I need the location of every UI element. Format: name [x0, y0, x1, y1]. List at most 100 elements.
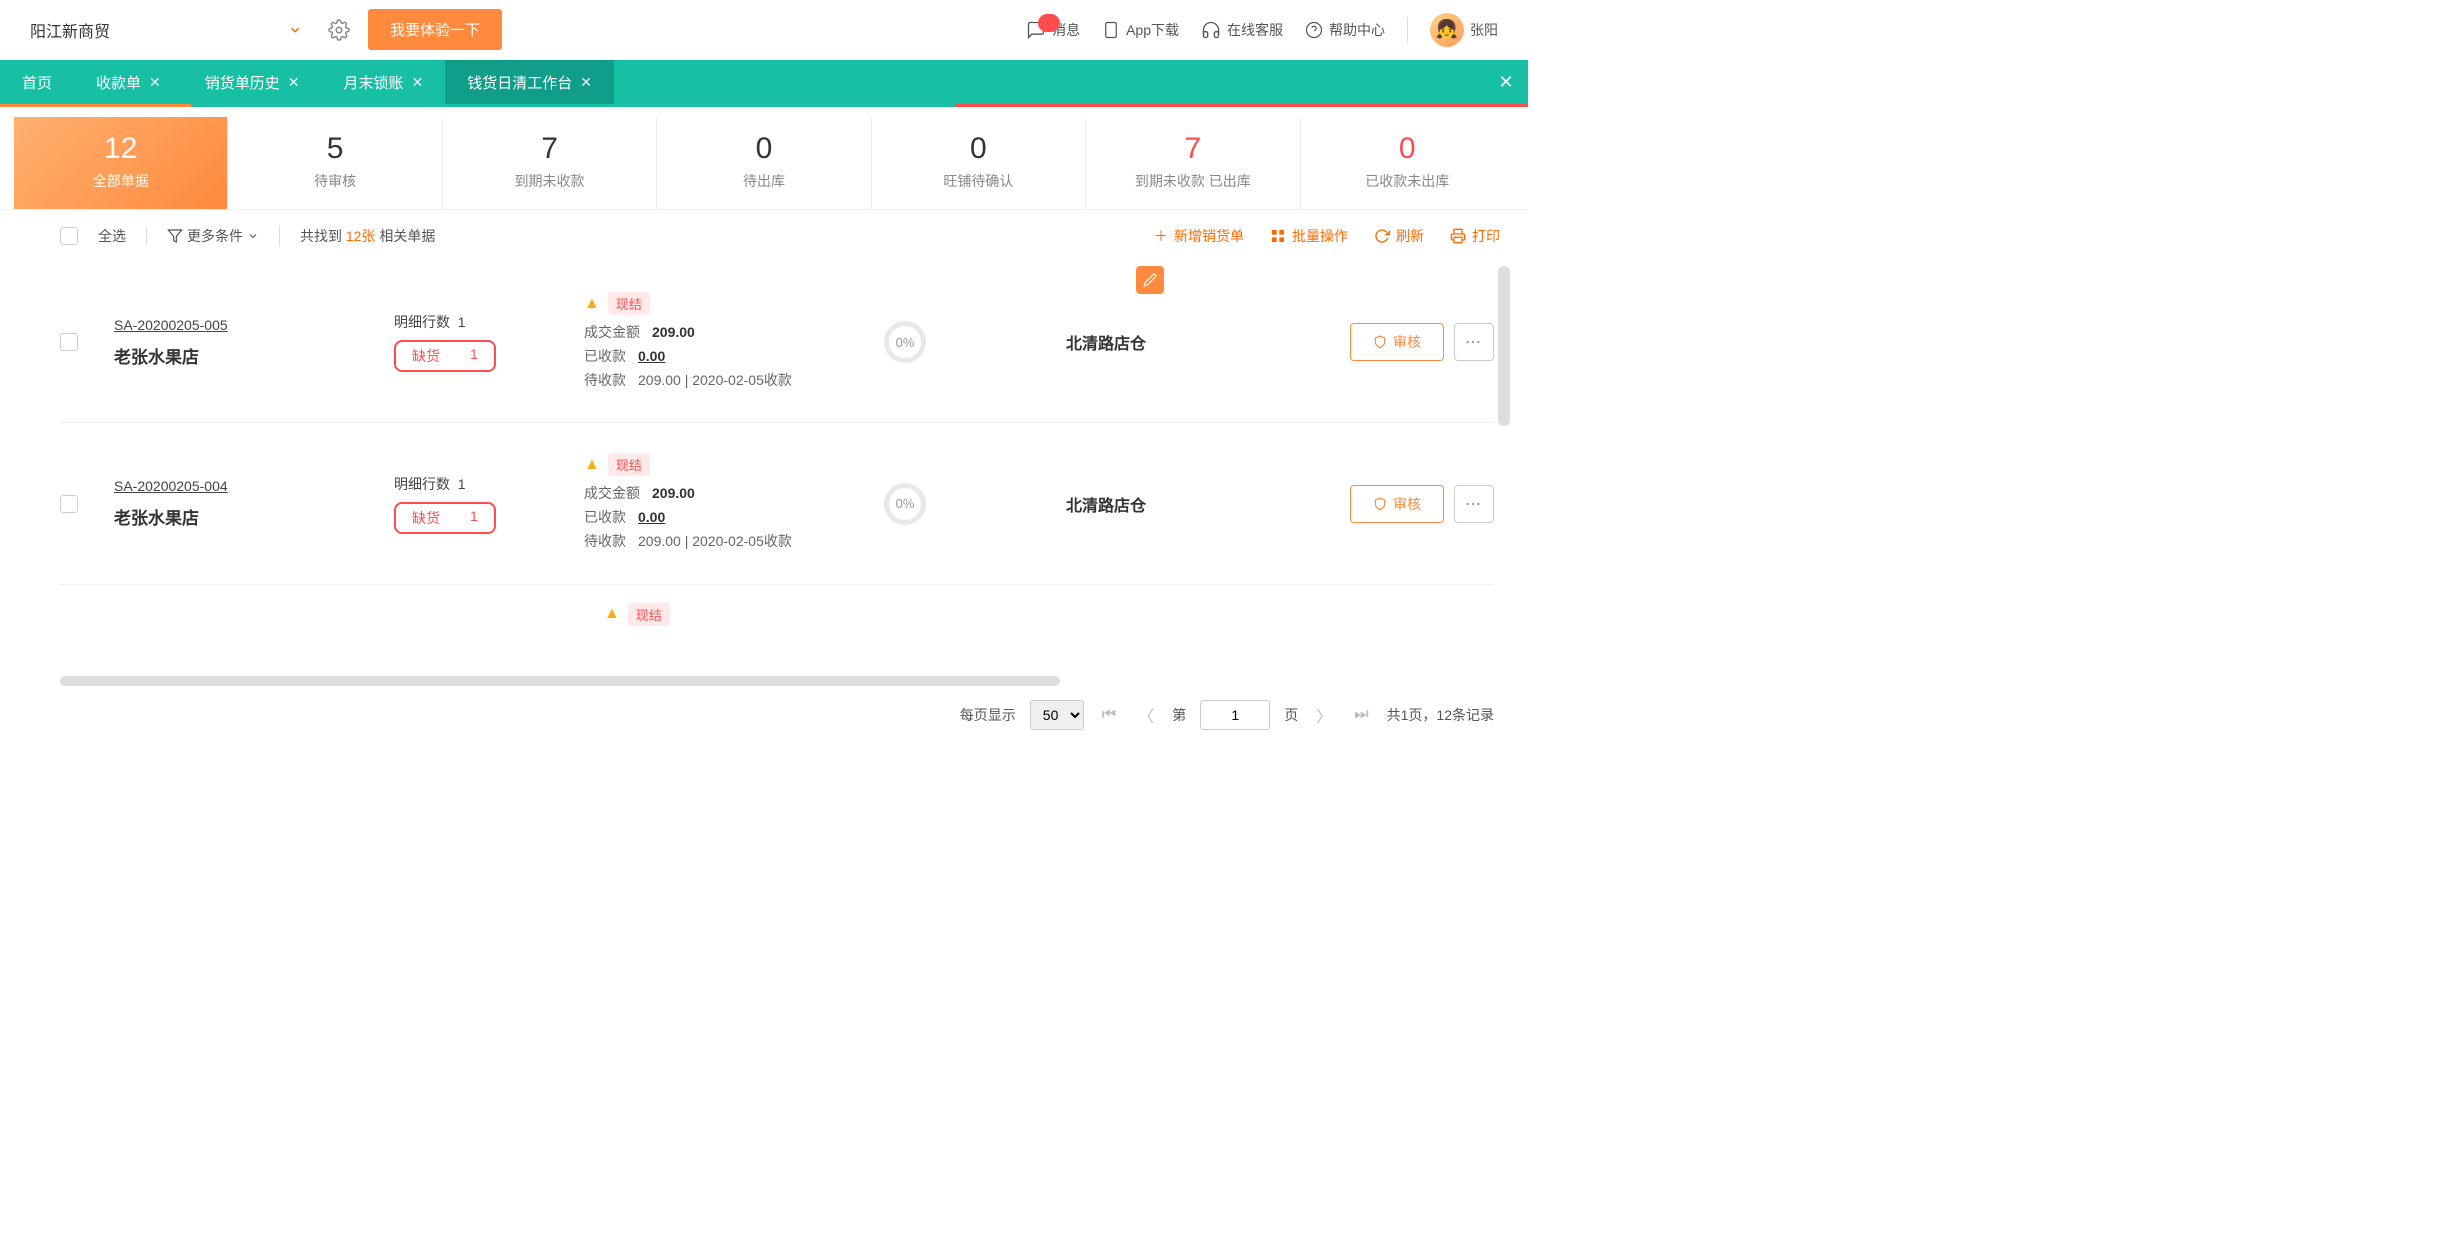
- add-sales-button[interactable]: ＋ 新增销货单: [1154, 226, 1244, 246]
- table-row: SA-20200205-004老张水果店明细行数 1缺货1▲现结成交金额209.…: [60, 423, 1494, 584]
- amt-label: 成交金额: [584, 482, 640, 506]
- progress-ring: 0%: [884, 321, 926, 363]
- tab-销货单历史[interactable]: 销货单历史 ✕: [183, 60, 322, 104]
- tab-收款单[interactable]: 收款单 ✕: [74, 60, 183, 104]
- audit-label: 审核: [1393, 332, 1421, 352]
- status-strip: [0, 104, 1528, 107]
- help-icon: [1305, 21, 1323, 39]
- table-row: SA-20200205-005老张水果店明细行数 1缺货1▲现结成交金额209.…: [60, 262, 1494, 423]
- user-menu[interactable]: 👧 张阳: [1430, 13, 1498, 47]
- tab-label: 收款单: [96, 72, 141, 93]
- tab-label: 首页: [22, 72, 52, 93]
- due-label: 待收款: [584, 530, 626, 554]
- customer-name: 老张水果店: [114, 343, 394, 368]
- app-download-link[interactable]: App下载: [1102, 20, 1179, 40]
- row-checkbox[interactable]: [60, 333, 78, 351]
- found-text: 共找到 12张 相关单据: [300, 226, 435, 246]
- horizontal-scrollbar[interactable]: [60, 676, 1060, 686]
- messages-link[interactable]: 消息: [1026, 20, 1080, 40]
- stat-card[interactable]: 12 全部单据: [14, 117, 228, 209]
- row-checkbox[interactable]: [60, 495, 78, 513]
- gear-icon[interactable]: [328, 19, 350, 41]
- chevron-down-icon: [247, 230, 259, 242]
- stat-number: 5: [228, 131, 441, 167]
- company-select[interactable]: 阳江新商贸: [30, 18, 310, 42]
- col-amount: ▲现结: [604, 603, 904, 632]
- select-all-checkbox[interactable]: [60, 227, 78, 245]
- online-service-label: 在线客服: [1227, 20, 1283, 40]
- close-icon[interactable]: ✕: [412, 74, 424, 91]
- stat-number: 12: [14, 131, 227, 167]
- col-amount: ▲现结成交金额209.00已收款0.00待收款209.00 | 2020-02-…: [584, 453, 884, 553]
- stat-card[interactable]: 0待出库: [657, 117, 871, 209]
- refresh-label: 刷新: [1396, 226, 1424, 246]
- batch-ops-button[interactable]: 批量操作: [1270, 226, 1348, 246]
- refresh-button[interactable]: 刷新: [1374, 226, 1424, 246]
- more-button[interactable]: ⋯: [1454, 323, 1494, 361]
- shortage-label: 缺货: [412, 508, 440, 528]
- due-value: 209.00 | 2020-02-05收款: [638, 530, 792, 554]
- stat-label: 已收款未出库: [1301, 171, 1514, 191]
- print-label: 打印: [1472, 226, 1500, 246]
- print-button[interactable]: 打印: [1450, 226, 1500, 246]
- doc-number[interactable]: SA-20200205-005: [114, 317, 394, 333]
- paid-value[interactable]: 0.00: [638, 506, 665, 530]
- pager: 每页显示 50 ⏮ 〈 第 页 〉 ⏭ 共1页，12条记录: [0, 686, 1528, 744]
- customer-name: 老张水果店: [114, 504, 394, 529]
- col-lines: 明细行数 1缺货1: [394, 474, 584, 534]
- avatar: 👧: [1430, 13, 1464, 47]
- due-label: 待收款: [584, 369, 626, 393]
- next-page-button[interactable]: 〉: [1312, 703, 1336, 727]
- online-service-link[interactable]: 在线客服: [1201, 20, 1283, 40]
- close-all-tabs[interactable]: ✕: [1484, 60, 1528, 104]
- prev-page-button[interactable]: 〈: [1134, 703, 1158, 727]
- shield-icon: [1373, 497, 1387, 511]
- paid-value[interactable]: 0.00: [638, 345, 665, 369]
- stat-card[interactable]: 7到期未收款 已出库: [1086, 117, 1300, 209]
- warning-icon: ▲: [584, 295, 600, 313]
- col-actions: 审核 ⋯: [1350, 323, 1494, 361]
- separator: [146, 226, 147, 246]
- stat-card[interactable]: 0旺铺待确认: [872, 117, 1086, 209]
- found-count: 12张: [346, 228, 376, 244]
- stat-card[interactable]: 5 待审核: [228, 117, 442, 209]
- audit-button[interactable]: 审核: [1350, 485, 1444, 523]
- per-page-label: 每页显示: [960, 705, 1016, 725]
- edit-icon[interactable]: [1136, 266, 1164, 294]
- tab-钱货日清工作台[interactable]: 钱货日清工作台✕: [445, 60, 614, 104]
- close-icon[interactable]: ✕: [288, 74, 300, 91]
- help-center-link[interactable]: 帮助中心: [1305, 20, 1385, 40]
- try-button[interactable]: 我要体验一下: [368, 9, 502, 50]
- first-page-button[interactable]: ⏮: [1098, 706, 1120, 724]
- warning-icon: ▲: [604, 605, 620, 623]
- per-page-select[interactable]: 50: [1030, 700, 1084, 730]
- stat-label: 待审核: [228, 171, 441, 191]
- stat-card[interactable]: 0已收款未出库: [1301, 117, 1514, 209]
- close-icon[interactable]: ✕: [149, 74, 161, 91]
- stat-label: 待出库: [657, 171, 870, 191]
- plus-icon: ＋: [1154, 226, 1168, 246]
- tab-月末锁账[interactable]: 月末锁账✕: [322, 60, 446, 104]
- more-filters-button[interactable]: 更多条件: [167, 226, 259, 246]
- audit-button[interactable]: 审核: [1350, 323, 1444, 361]
- user-name: 张阳: [1470, 20, 1498, 40]
- more-button[interactable]: ⋯: [1454, 485, 1494, 523]
- col-amount: ▲现结成交金额209.00已收款0.00待收款209.00 | 2020-02-…: [584, 292, 884, 392]
- tabs-bar: 首页收款单✕销货单历史✕月末锁账✕钱货日清工作台✕✕: [0, 60, 1528, 104]
- stat-label: 旺铺待确认: [872, 171, 1085, 191]
- tab-首页[interactable]: 首页: [0, 60, 74, 104]
- found-prefix: 共找到: [300, 228, 342, 244]
- tab-label: 销货单历史: [205, 72, 280, 93]
- stat-label: 全部单据: [14, 171, 227, 191]
- close-icon[interactable]: ✕: [580, 74, 592, 91]
- grid-icon: [1270, 228, 1286, 244]
- stat-card[interactable]: 7到期未收款: [443, 117, 657, 209]
- last-page-button[interactable]: ⏭: [1350, 706, 1372, 724]
- amt-value: 209.00: [652, 482, 695, 506]
- vertical-scrollbar[interactable]: [1498, 266, 1510, 426]
- amt-label: 成交金额: [584, 321, 640, 345]
- doc-number[interactable]: SA-20200205-004: [114, 478, 394, 494]
- page-input[interactable]: [1200, 700, 1270, 730]
- print-icon: [1450, 228, 1466, 244]
- company-name: 阳江新商贸: [30, 18, 110, 42]
